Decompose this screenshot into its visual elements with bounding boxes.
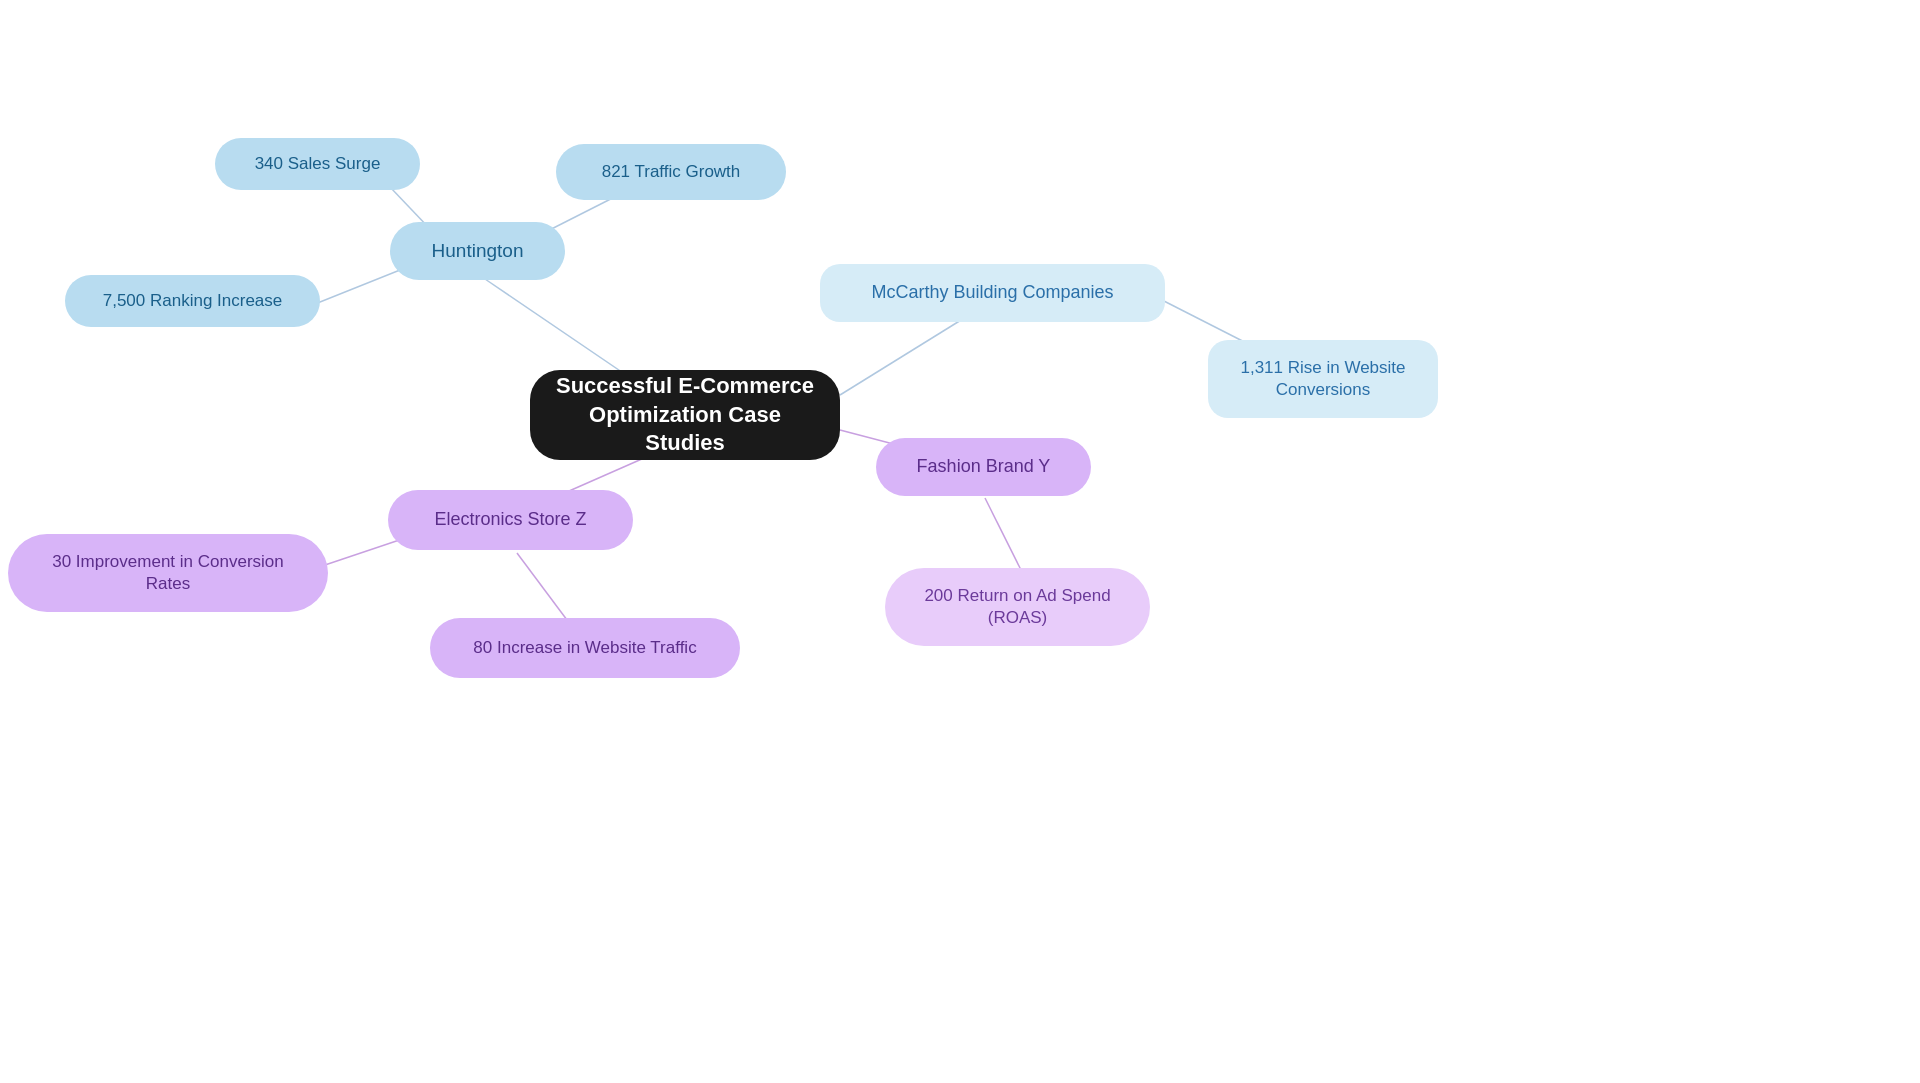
- ranking-label: 7,500 Ranking Increase: [103, 290, 283, 312]
- electronics-node[interactable]: Electronics Store Z: [388, 490, 633, 550]
- mccarthy-label: McCarthy Building Companies: [871, 281, 1113, 304]
- fashion-brand-node[interactable]: Fashion Brand Y: [876, 438, 1091, 496]
- website-traffic-label: 80 Increase in Website Traffic: [473, 637, 696, 659]
- huntington-label: Huntington: [432, 239, 524, 264]
- sales-surge-node[interactable]: 340 Sales Surge: [215, 138, 420, 190]
- center-node: Successful E-CommerceOptimization Case S…: [530, 370, 840, 460]
- conversion-rates-node[interactable]: 30 Improvement in ConversionRates: [8, 534, 328, 612]
- sales-surge-label: 340 Sales Surge: [255, 153, 381, 175]
- roas-label: 200 Return on Ad Spend(ROAS): [924, 585, 1110, 629]
- traffic-growth-node[interactable]: 821 Traffic Growth: [556, 144, 786, 200]
- website-traffic-node[interactable]: 80 Increase in Website Traffic: [430, 618, 740, 678]
- roas-node[interactable]: 200 Return on Ad Spend(ROAS): [885, 568, 1150, 646]
- svg-line-7: [985, 498, 1022, 572]
- mccarthy-node[interactable]: McCarthy Building Companies: [820, 264, 1165, 322]
- conversions-label: 1,311 Rise in WebsiteConversions: [1240, 357, 1405, 401]
- ranking-node[interactable]: 7,500 Ranking Increase: [65, 275, 320, 327]
- conversion-rates-label: 30 Improvement in ConversionRates: [52, 551, 284, 595]
- fashion-label: Fashion Brand Y: [917, 455, 1051, 478]
- center-label: Successful E-CommerceOptimization Case S…: [554, 372, 816, 458]
- svg-line-10: [517, 553, 567, 620]
- electronics-label: Electronics Store Z: [434, 508, 586, 531]
- huntington-node[interactable]: Huntington: [390, 222, 565, 280]
- traffic-growth-label: 821 Traffic Growth: [602, 161, 741, 183]
- conversions-node[interactable]: 1,311 Rise in WebsiteConversions: [1208, 340, 1438, 418]
- svg-line-3: [315, 270, 400, 304]
